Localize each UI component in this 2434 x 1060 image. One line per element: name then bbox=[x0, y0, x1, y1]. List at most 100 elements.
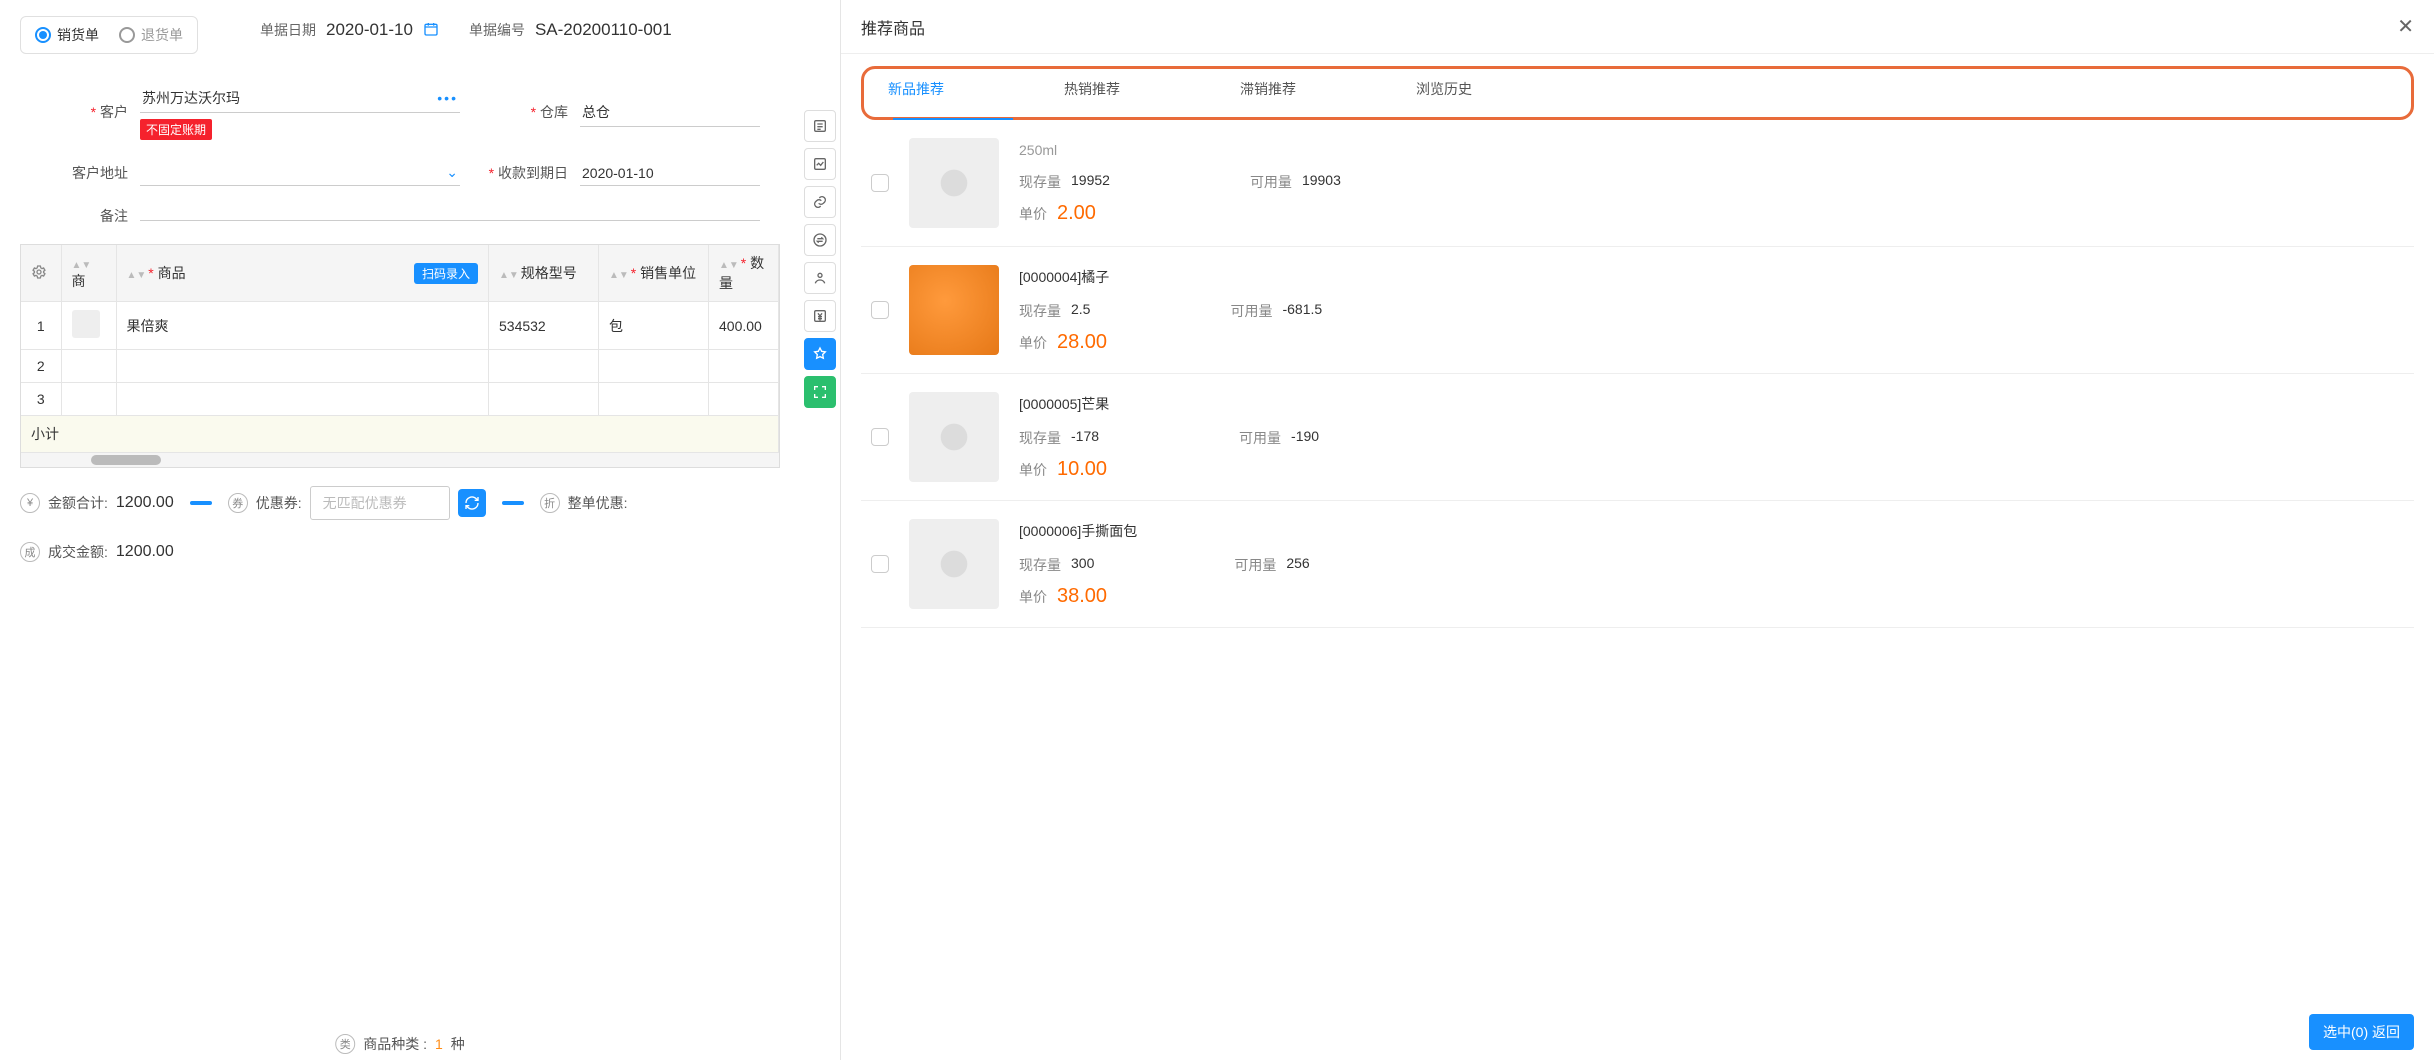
subtotal-row: 小计 bbox=[21, 416, 779, 453]
customer-value: 苏州万达沃尔玛 bbox=[142, 88, 240, 108]
col-qty[interactable]: ▲▼* 数量 bbox=[709, 245, 779, 302]
price-value: 28.00 bbox=[1057, 331, 1107, 354]
list-item[interactable]: 250ml 现存量19952 可用量19903 单价 2.00 bbox=[861, 120, 2414, 247]
tool-yen-icon[interactable] bbox=[804, 300, 836, 332]
close-icon[interactable]: ✕ bbox=[2397, 14, 2414, 39]
row-index: 2 bbox=[21, 350, 61, 383]
chevron-down-icon[interactable]: ⌄ bbox=[446, 164, 458, 181]
deal-label: 成交金额: bbox=[48, 542, 108, 562]
col-product[interactable]: ▲▼* 商品扫码录入 bbox=[116, 245, 489, 302]
checkbox[interactable] bbox=[871, 174, 889, 192]
customer-label: 客户 bbox=[20, 102, 140, 122]
row-image-cell bbox=[61, 383, 116, 416]
table-row[interactable]: 1 果倍爽 534532 包 400.00 bbox=[21, 302, 779, 350]
price-label: 单价 bbox=[1019, 460, 1047, 480]
radio-sales[interactable]: 销货单 bbox=[35, 25, 99, 45]
price-label: 单价 bbox=[1019, 333, 1047, 353]
row-unit[interactable] bbox=[599, 383, 709, 416]
product-info: [0000004]橘子 现存量2.5 可用量-681.5 单价 28.00 bbox=[1019, 267, 2404, 354]
row-product[interactable] bbox=[116, 383, 489, 416]
right-panel-title: 推荐商品 bbox=[861, 15, 925, 39]
price-label: 单价 bbox=[1019, 587, 1047, 607]
more-icon[interactable]: ••• bbox=[437, 90, 458, 106]
checkbox[interactable] bbox=[871, 428, 889, 446]
product-name: 250ml bbox=[1019, 142, 2404, 158]
product-list[interactable]: 250ml 现存量19952 可用量19903 单价 2.00 [0000004… bbox=[841, 120, 2434, 1004]
row-image-cell bbox=[61, 350, 116, 383]
tool-expand-icon[interactable] bbox=[804, 376, 836, 408]
stock-value: -178 bbox=[1071, 428, 1099, 448]
coupon-input[interactable]: 无匹配优惠券 bbox=[310, 486, 450, 520]
customer-input[interactable]: 苏州万达沃尔玛 ••• bbox=[140, 84, 460, 113]
refresh-button[interactable] bbox=[458, 489, 486, 517]
stock-value: 300 bbox=[1071, 555, 1094, 575]
coupon-label: 优惠券: bbox=[256, 493, 302, 513]
select-return-button[interactable]: 选中(0) 返回 bbox=[2309, 1014, 2414, 1050]
right-panel-footer: 选中(0) 返回 bbox=[841, 1004, 2434, 1060]
coupon-icon: 券 bbox=[228, 493, 248, 513]
radio-return[interactable]: 退货单 bbox=[119, 25, 183, 45]
remark-input[interactable] bbox=[140, 212, 760, 221]
list-item[interactable]: [0000005]芒果 现存量-178 可用量-190 单价 10.00 bbox=[861, 374, 2414, 501]
bottom-summary: 类 商品种类 : 1 种 bbox=[335, 1034, 465, 1054]
row-spec[interactable]: 534532 bbox=[489, 302, 599, 350]
checkbox[interactable] bbox=[871, 555, 889, 573]
avail-label: 可用量 bbox=[1234, 555, 1276, 575]
tab-hot[interactable]: 热销推荐 bbox=[1064, 79, 1120, 107]
product-name: [0000006]手撕面包 bbox=[1019, 521, 2404, 541]
checkbox[interactable] bbox=[871, 301, 889, 319]
side-toolbar bbox=[800, 0, 840, 1060]
product-image bbox=[909, 392, 999, 482]
stock-value: 19952 bbox=[1071, 172, 1110, 192]
calendar-icon[interactable] bbox=[423, 21, 439, 40]
col-spec[interactable]: ▲▼规格型号 bbox=[489, 245, 599, 302]
address-label: 客户地址 bbox=[20, 163, 140, 183]
row-qty[interactable]: 400.00 bbox=[709, 302, 779, 350]
col-unit[interactable]: ▲▼* 销售单位 bbox=[599, 245, 709, 302]
tool-link-icon[interactable] bbox=[804, 186, 836, 218]
row-spec[interactable] bbox=[489, 383, 599, 416]
address-input[interactable]: ⌄ bbox=[140, 160, 460, 186]
paydate-value: 2020-01-10 bbox=[582, 165, 654, 181]
doc-date-value[interactable]: 2020-01-10 bbox=[326, 20, 413, 40]
tool-list-icon[interactable] bbox=[804, 110, 836, 142]
tab-new[interactable]: 新品推荐 bbox=[888, 79, 944, 107]
kinds-label: 商品种类 : bbox=[363, 1034, 427, 1054]
horizontal-scrollbar[interactable] bbox=[21, 453, 779, 467]
yen-icon: ¥ bbox=[20, 493, 40, 513]
remark-label: 备注 bbox=[20, 206, 140, 226]
col-img[interactable]: ▲▼商 bbox=[61, 245, 116, 302]
paydate-input[interactable]: 2020-01-10 bbox=[580, 161, 760, 186]
row-product[interactable]: 果倍爽 bbox=[116, 302, 489, 350]
product-info: [0000005]芒果 现存量-178 可用量-190 单价 10.00 bbox=[1019, 394, 2404, 481]
warehouse-input[interactable]: 总仓 bbox=[580, 98, 760, 127]
stock-label: 现存量 bbox=[1019, 301, 1061, 321]
row-product[interactable] bbox=[116, 350, 489, 383]
amount-label: 金额合计: bbox=[48, 493, 108, 513]
tool-star-icon[interactable] bbox=[804, 338, 836, 370]
table-row[interactable]: 2 bbox=[21, 350, 779, 383]
product-image bbox=[909, 519, 999, 609]
list-item[interactable]: [0000006]手撕面包 现存量300 可用量256 单价 38.00 bbox=[861, 501, 2414, 628]
kinds-unit: 种 bbox=[451, 1034, 465, 1054]
scan-button[interactable]: 扫码录入 bbox=[414, 263, 478, 284]
row-unit[interactable]: 包 bbox=[599, 302, 709, 350]
tab-slow[interactable]: 滞销推荐 bbox=[1240, 79, 1296, 107]
row-index: 1 bbox=[21, 302, 61, 350]
avail-value: 19903 bbox=[1302, 172, 1341, 192]
tab-history[interactable]: 浏览历史 bbox=[1416, 79, 1472, 107]
gear-column[interactable] bbox=[21, 245, 61, 302]
row-qty[interactable] bbox=[709, 383, 779, 416]
price-value: 10.00 bbox=[1057, 458, 1107, 481]
row-spec[interactable] bbox=[489, 350, 599, 383]
list-item[interactable]: [0000004]橘子 现存量2.5 可用量-681.5 单价 28.00 bbox=[861, 247, 2414, 374]
row-unit[interactable] bbox=[599, 350, 709, 383]
tool-chart-icon[interactable] bbox=[804, 148, 836, 180]
tool-person-icon[interactable] bbox=[804, 262, 836, 294]
table-row[interactable]: 3 bbox=[21, 383, 779, 416]
tool-swap-icon[interactable] bbox=[804, 224, 836, 256]
minus-icon bbox=[502, 501, 524, 505]
avail-label: 可用量 bbox=[1250, 172, 1292, 192]
row-qty[interactable] bbox=[709, 350, 779, 383]
deal-icon: 成 bbox=[20, 542, 40, 562]
